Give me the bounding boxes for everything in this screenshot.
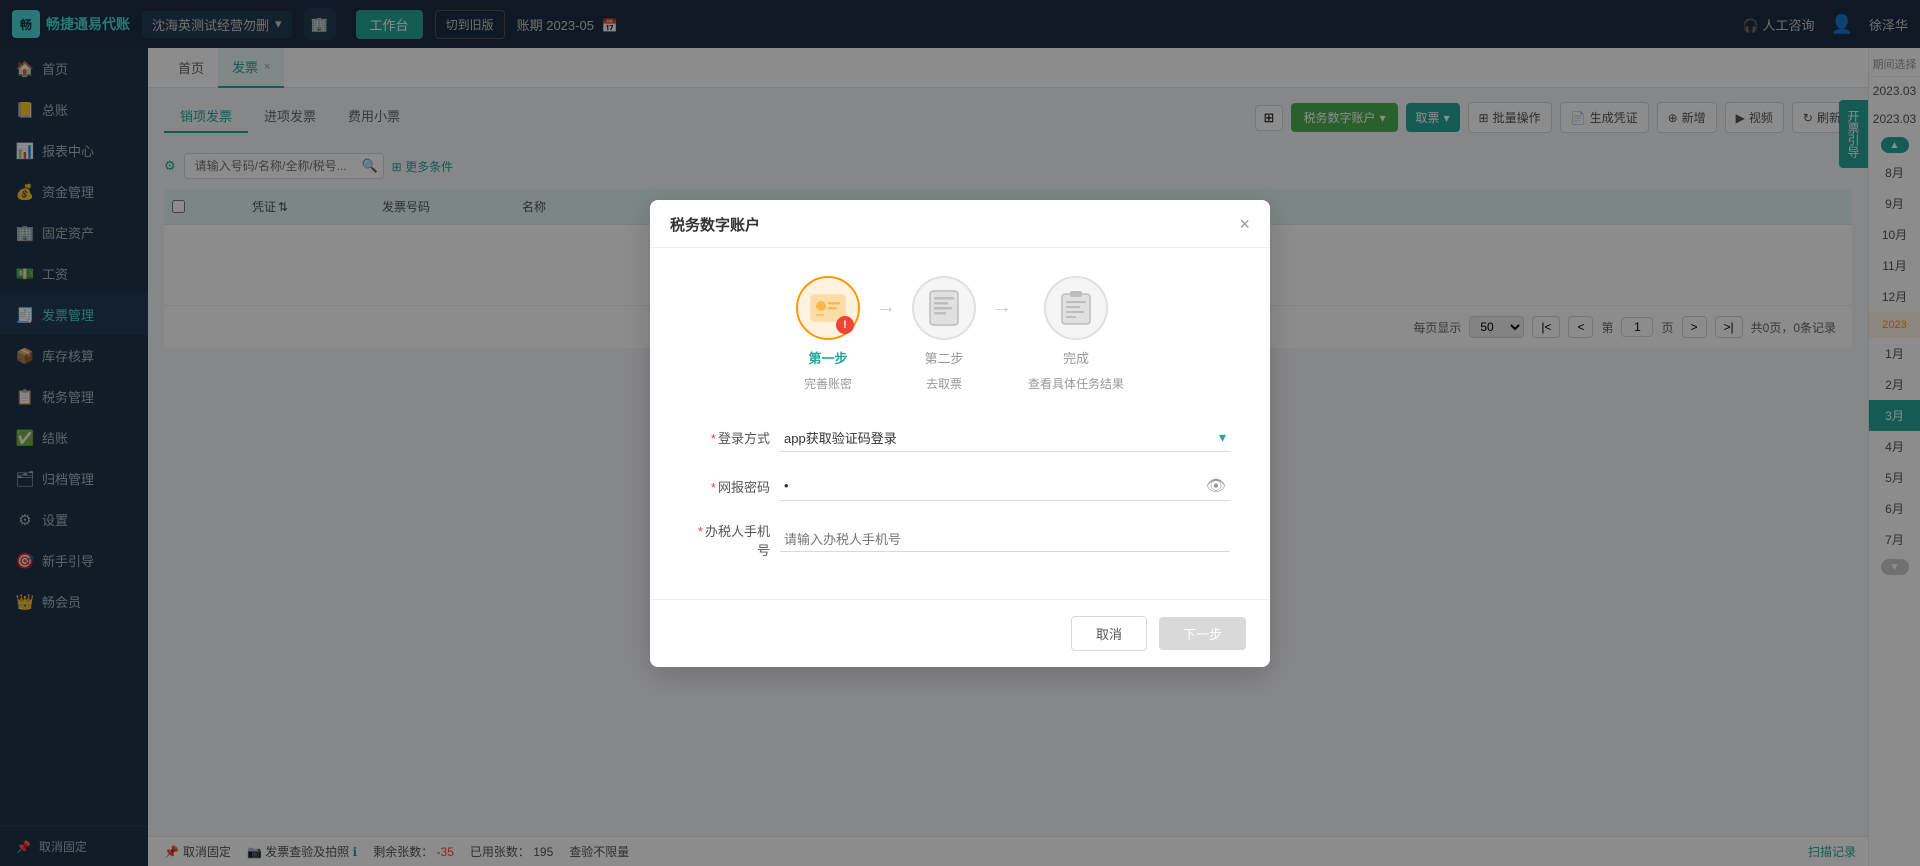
login-method-arrow-icon: ▾ — [1219, 429, 1226, 446]
modal-header: 税务数字账户 × — [650, 200, 1270, 248]
step-arrow-2: → — [976, 296, 1028, 319]
step-2-icon — [912, 276, 976, 340]
login-method-label: 登录方式 — [690, 428, 780, 447]
step-3-icon — [1044, 276, 1108, 340]
steps: ! 第一步 完善账密 → — [690, 276, 1230, 392]
step-3-desc: 查看具体任务结果 — [1028, 375, 1124, 392]
next-button[interactable]: 下一步 — [1159, 617, 1246, 650]
step-2-label: 第二步 — [924, 348, 963, 367]
step-error-badge: ! — [836, 316, 854, 334]
form-row-password: 网报密码 👁 — [690, 472, 1230, 501]
phone-input[interactable] — [780, 528, 1230, 552]
step-arrow-1: → — [860, 296, 912, 319]
modal-body: ! 第一步 完善账密 → — [650, 248, 1270, 599]
modal-title: 税务数字账户 — [670, 214, 760, 235]
form-row-phone: 办税人手机号 — [690, 521, 1230, 559]
login-method-select[interactable]: app获取验证码登录 ▾ — [780, 424, 1230, 452]
form-row-login-method: 登录方式 app获取验证码登录 ▾ — [690, 424, 1230, 452]
password-label: 网报密码 — [690, 477, 780, 496]
step-1-desc: 完善账密 — [804, 375, 852, 392]
password-field-wrap: 👁 — [780, 472, 1230, 501]
step-1-icon: ! — [796, 276, 860, 340]
modal-footer: 取消 下一步 — [650, 599, 1270, 667]
phone-label: 办税人手机号 — [690, 521, 780, 559]
step-2-desc: 去取票 — [926, 375, 962, 392]
step-3-label: 完成 — [1063, 348, 1089, 367]
tax-digital-modal: 税务数字账户 × — [650, 200, 1270, 667]
modal-close-button[interactable]: × — [1239, 214, 1250, 235]
step-2: 第二步 去取票 — [912, 276, 976, 392]
step-1-label: 第一步 — [808, 348, 847, 367]
clipboard-icon — [1060, 290, 1092, 326]
step-1: ! 第一步 完善账密 — [796, 276, 860, 392]
eye-icon[interactable]: 👁 — [1206, 476, 1226, 496]
modal-overlay: 税务数字账户 × — [0, 0, 1920, 866]
password-input[interactable] — [784, 478, 1202, 493]
invoice-icon — [928, 290, 960, 326]
login-method-value: app获取验证码登录 — [784, 428, 897, 447]
step-3: 完成 查看具体任务结果 — [1028, 276, 1124, 392]
cancel-button[interactable]: 取消 — [1071, 616, 1147, 651]
